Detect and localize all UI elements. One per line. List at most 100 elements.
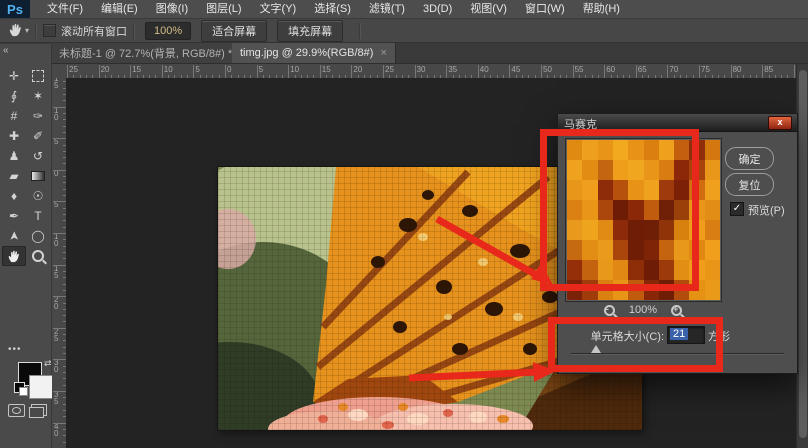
menu-item-9[interactable]: 窗口(W) — [516, 0, 574, 18]
type-tool-icon[interactable]: T — [26, 206, 50, 226]
zoom-percent-field[interactable]: 100% — [145, 21, 192, 40]
menu-item-3[interactable]: 图层(L) — [197, 0, 250, 18]
menu-item-5[interactable]: 选择(S) — [305, 0, 360, 18]
ruler-label: 10 — [290, 65, 300, 74]
zoom-in-icon[interactable]: + — [671, 304, 683, 316]
ruler-tick — [572, 65, 574, 78]
ok-button[interactable]: 确定 — [725, 147, 774, 170]
mosaic-cell — [704, 180, 720, 200]
ruler-label: 3 0 — [54, 358, 59, 375]
scroll-all-windows-checkbox[interactable] — [43, 24, 57, 37]
lasso-tool-icon[interactable]: ∮ — [2, 86, 26, 106]
ruler-tick — [477, 65, 479, 78]
screen-mode-icon[interactable] — [29, 404, 47, 418]
ruler-label: 3 5 — [54, 390, 59, 406]
menu-item-4[interactable]: 文字(Y) — [251, 0, 306, 18]
menu-item-6[interactable]: 滤镜(T) — [360, 0, 414, 18]
history-brush-tool-icon[interactable]: ↺ — [26, 146, 50, 166]
ruler-label: 85 — [764, 65, 774, 74]
ruler-tick — [53, 106, 66, 108]
photoshop-logo[interactable]: Ps — [0, 0, 30, 18]
quick-mask-icon[interactable] — [8, 404, 25, 417]
mosaic-cell — [704, 260, 720, 280]
ruler-label: 0 — [54, 168, 59, 178]
ruler-label: 1 0 — [54, 232, 59, 248]
ruler-tick — [383, 65, 384, 78]
dodge-tool-icon[interactable]: ☉ — [26, 186, 50, 206]
menu-item-7[interactable]: 3D(D) — [414, 0, 461, 18]
ruler-label: 65 — [637, 65, 647, 74]
eyedropper-tool-icon[interactable]: ✑ — [26, 106, 50, 126]
reset-button[interactable]: 复位 — [725, 173, 774, 196]
preview-checkbox[interactable]: ✓ — [730, 202, 744, 216]
mosaic-cell — [704, 240, 720, 260]
menu-item-1[interactable]: 编辑(E) — [92, 0, 147, 18]
marquee-tool-icon[interactable] — [26, 66, 50, 86]
horizontal-ruler[interactable]: 25 20 15 10 5 0 5 10 15 20 25 30 35 40 45 50 55 60 65 70 75 8… — [66, 64, 797, 79]
background-color-swatch[interactable] — [29, 375, 53, 399]
tab-label: timg.jpg @ 29.9%(RGB/8#) — [240, 47, 374, 59]
pen-tool-icon[interactable]: ✒ — [2, 206, 26, 226]
menu-item-10[interactable]: 帮助(H) — [574, 0, 629, 18]
preview-checkbox-label: 预览(P) — [748, 205, 785, 217]
mosaic-cell — [704, 140, 720, 160]
ruler-label: 25 — [385, 65, 394, 74]
tab-timg-jpg[interactable]: timg.jpg @ 29.9%(RGB/8#) × — [232, 43, 396, 63]
preview-zoom-controls: - 100% + — [558, 302, 728, 318]
hand-tool-options-icon[interactable] — [8, 22, 23, 40]
chevron-down-icon[interactable]: ▾ — [25, 26, 29, 35]
ruler-label: 35 — [448, 65, 458, 74]
blur-tool-icon[interactable]: ♦ — [2, 186, 26, 206]
ruler-tick — [130, 65, 132, 78]
default-colors-icon[interactable] — [14, 382, 28, 396]
swap-colors-icon[interactable]: ⇄ — [44, 358, 52, 369]
options-bar: ▾ 滚动所有窗口 100% 适合屏幕 填充屏幕 — [0, 19, 808, 43]
magic-wand-tool-icon[interactable]: ✶ — [26, 86, 50, 106]
ruler-label: 60 — [606, 65, 616, 74]
clone-stamp-tool-icon[interactable]: ♟ — [2, 146, 26, 166]
ruler-tick — [53, 201, 66, 203]
menu-item-0[interactable]: 文件(F) — [38, 0, 92, 18]
fill-screen-button[interactable]: 填充屏幕 — [277, 19, 344, 42]
hand-tool-icon[interactable] — [2, 246, 26, 266]
ruler-label: 40 — [479, 65, 489, 74]
tab-untitled-1[interactable]: 未标题-1 @ 72.7%(背景, RGB/8#) * × — [51, 43, 255, 63]
photoshop-window: { "app": { "logo": "Ps" }, "menu_bar": {… — [0, 0, 808, 448]
ruler-label: 10 — [163, 65, 173, 74]
dialog-close-button[interactable]: x — [768, 116, 792, 130]
close-icon[interactable]: × — [380, 47, 386, 59]
ruler-tick — [53, 138, 66, 140]
ruler-label: 5 — [195, 65, 200, 74]
ruler-tick — [256, 65, 258, 78]
ruler-tick — [635, 65, 637, 78]
ruler-tick — [98, 65, 100, 78]
mosaic-cell — [704, 220, 720, 240]
ruler-label: 20 — [100, 65, 110, 74]
toolbox-collapse-icon[interactable]: « — [3, 45, 9, 56]
mosaic-cell — [704, 200, 720, 220]
mosaic-cell — [704, 160, 720, 180]
gradient-tool-icon[interactable] — [26, 166, 50, 186]
crop-tool-icon[interactable]: # — [2, 106, 26, 126]
move-tool-icon[interactable]: ✛ — [2, 66, 26, 86]
ruler-label: 15 — [132, 65, 142, 74]
zoom-out-icon[interactable]: - — [603, 304, 615, 316]
ruler-tick — [793, 65, 795, 78]
menu-item-2[interactable]: 图像(I) — [147, 0, 197, 18]
ruler-tick — [351, 65, 353, 78]
eraser-tool-icon[interactable]: ▰ — [2, 166, 26, 186]
scrollbar-thumb[interactable] — [799, 70, 807, 438]
zoom-tool-icon[interactable] — [26, 246, 50, 266]
fit-screen-button[interactable]: 适合屏幕 — [201, 19, 268, 42]
edit-toolbar-icon[interactable]: ••• — [8, 344, 22, 355]
brush-tool-icon[interactable]: ✐ — [26, 126, 50, 146]
divider — [35, 22, 38, 39]
ruler-label: 20 — [353, 65, 363, 74]
shape-tool-icon[interactable]: ◯ — [26, 226, 50, 246]
vertical-ruler[interactable]: 1 5 1 0 5 0 5 1 0 1 5 2 0 2 5 3 0 3 5 4 0 — [52, 78, 67, 448]
healing-brush-tool-icon[interactable]: ✚ — [2, 126, 26, 146]
toolbox-panel: « ✛ ∮ ✶ # ✑ ✚ ✐ ♟ ↺ ▰ ♦ ☉ ✒ T ➤ ◯ ••• ⇄ — [0, 44, 53, 448]
ruler-tick — [53, 296, 66, 298]
menu-item-8[interactable]: 视图(V) — [461, 0, 516, 18]
path-select-tool-icon[interactable]: ➤ — [4, 224, 24, 248]
